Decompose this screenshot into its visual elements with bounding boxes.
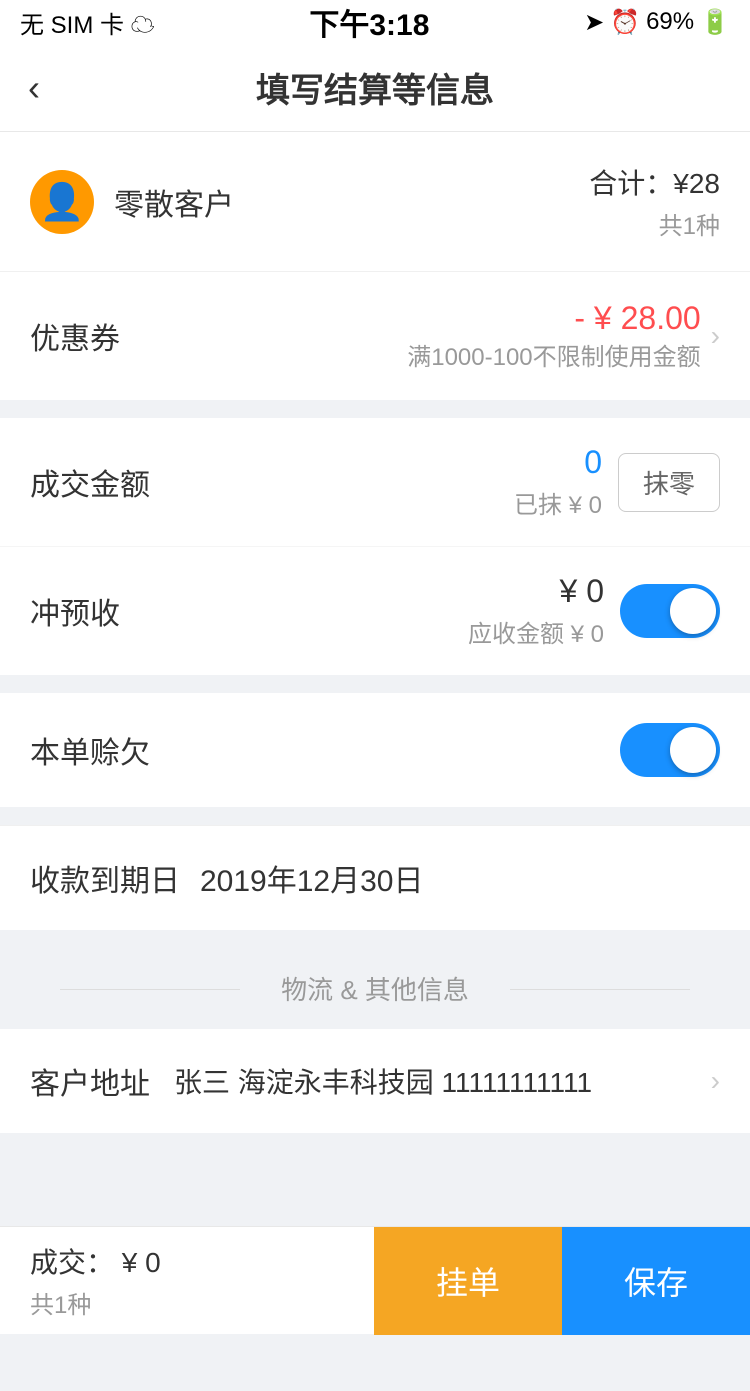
due-date-row: 收款到期日 2019年12月30日 xyxy=(0,825,750,930)
deal-amount-row: 成交金额 0 已抹 ¥ 0 抹零 xyxy=(0,418,750,547)
footer-deal-label: 成交： ¥ 0 xyxy=(30,1241,344,1281)
avatar-icon: 👤 xyxy=(40,181,85,223)
coupon-label: 优惠券 xyxy=(30,314,120,358)
page-title: 填写结算等信息 xyxy=(256,63,494,112)
advance-label: 冲预收 xyxy=(30,589,120,633)
address-value: 张三 海淀永丰科技园 11111111111 xyxy=(174,1061,711,1101)
deal-amount-right: 0 已抹 ¥ 0 抹零 xyxy=(514,444,720,520)
due-date-value: 2019年12月30日 xyxy=(200,856,423,900)
save-button[interactable]: 保存 xyxy=(562,1227,750,1335)
deal-amount-value: 0 xyxy=(514,444,602,481)
footer: 成交： ¥ 0 共1种 挂单 保存 xyxy=(0,1226,750,1334)
deal-amount-sub: 已抹 ¥ 0 xyxy=(514,485,602,520)
advance-right: ¥ 0 应收金额 ¥ 0 xyxy=(468,573,720,649)
customer-avatar: 👤 xyxy=(30,170,94,234)
coupon-row[interactable]: 优惠券 - ¥ 28.00 满1000-100不限制使用金额 › xyxy=(0,271,750,400)
footer-info: 成交： ¥ 0 共1种 xyxy=(0,1241,374,1320)
due-date-label: 收款到期日 xyxy=(30,856,180,900)
address-section: 客户地址 张三 海淀永丰科技园 11111111111 › xyxy=(0,1029,750,1133)
address-label: 客户地址 xyxy=(30,1059,150,1103)
sim-label: 无 SIM 卡 ☁ xyxy=(20,5,155,40)
status-right: ➤ ⏰ 69% 🔋 xyxy=(584,8,730,37)
pending-button[interactable]: 挂单 xyxy=(374,1227,562,1335)
customer-section: 👤 零散客户 合计：¥28 共1种 优惠券 - ¥ 28.00 满1000-10… xyxy=(0,132,750,400)
nav-bar: ‹ 填写结算等信息 xyxy=(0,44,750,132)
status-bar: 无 SIM 卡 ☁ 下午3:18 ➤ ⏰ 69% 🔋 xyxy=(0,0,750,44)
customer-row: 👤 零散客户 合计：¥28 共1种 xyxy=(0,132,750,271)
status-left: 无 SIM 卡 ☁ xyxy=(20,5,155,40)
footer-count-label: 共1种 xyxy=(30,1285,344,1320)
deal-amount-info: 0 已抹 ¥ 0 xyxy=(514,444,602,520)
customer-summary: 合计：¥28 共1种 xyxy=(589,162,720,241)
customer-name: 零散客户 xyxy=(114,180,234,224)
coupon-info: - ¥ 28.00 满1000-100不限制使用金额 xyxy=(407,300,700,372)
logistics-header: 物流 & 其他信息 xyxy=(0,948,750,1029)
address-chevron-icon: › xyxy=(711,1065,720,1097)
deal-amount-label: 成交金额 xyxy=(30,460,150,504)
debt-section: 本单赊欠 xyxy=(0,693,750,807)
status-time: 下午3:18 xyxy=(309,0,429,44)
advance-sub: 应收金额 ¥ 0 xyxy=(468,614,604,649)
location-icon: ➤ xyxy=(584,8,604,37)
logistics-label: 物流 & 其他信息 xyxy=(281,975,469,1005)
debt-label: 本单赊欠 xyxy=(30,728,150,772)
advance-row: 冲预收 ¥ 0 应收金额 ¥ 0 xyxy=(0,547,750,675)
advance-toggle[interactable] xyxy=(620,584,720,638)
chevron-right-icon: › xyxy=(711,320,720,352)
battery-label: 69% xyxy=(646,8,694,36)
coupon-desc: 满1000-100不限制使用金额 xyxy=(407,337,700,372)
back-button[interactable]: ‹ xyxy=(28,67,40,109)
due-date-section: 收款到期日 2019年12月30日 xyxy=(0,825,750,930)
customer-left: 👤 零散客户 xyxy=(30,170,234,234)
advance-info: ¥ 0 应收金额 ¥ 0 xyxy=(468,573,604,649)
deal-section: 成交金额 0 已抹 ¥ 0 抹零 冲预收 ¥ 0 应收金额 ¥ 0 xyxy=(0,418,750,675)
debt-toggle[interactable] xyxy=(620,723,720,777)
advance-value: ¥ 0 xyxy=(468,573,604,610)
alarm-icon: ⏰ xyxy=(610,8,640,37)
address-row[interactable]: 客户地址 张三 海淀永丰科技园 11111111111 › xyxy=(0,1029,750,1133)
coupon-right: - ¥ 28.00 满1000-100不限制使用金额 › xyxy=(407,300,720,372)
customer-total: 合计：¥28 xyxy=(589,162,720,202)
round-button[interactable]: 抹零 xyxy=(618,453,720,512)
customer-count: 共1种 xyxy=(589,206,720,241)
coupon-value: - ¥ 28.00 xyxy=(407,300,700,337)
battery-icon: 🔋 xyxy=(700,8,730,37)
